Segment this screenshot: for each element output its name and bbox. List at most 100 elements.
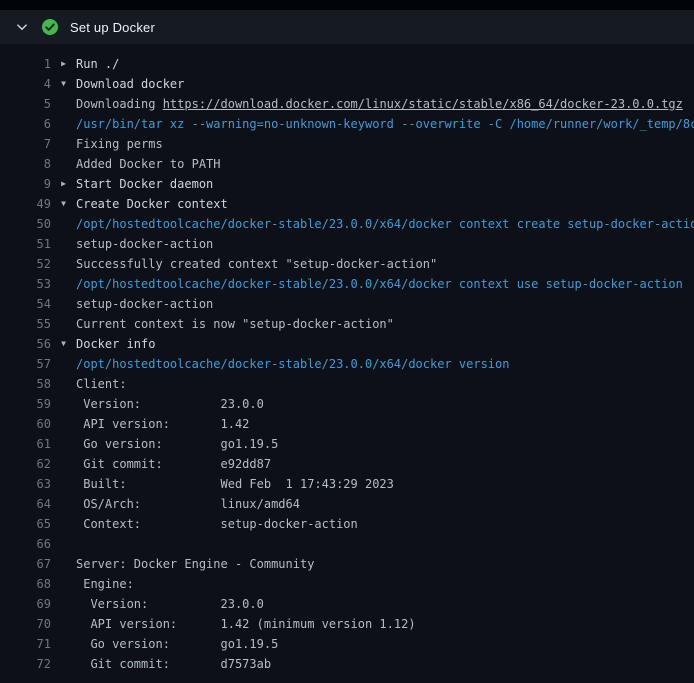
log-line: 50/opt/hostedtoolcache/docker-stable/23.… xyxy=(0,214,694,234)
log-line: 51setup-docker-action xyxy=(0,234,694,254)
line-number[interactable]: 49 xyxy=(0,194,51,214)
gutter-spacer xyxy=(51,654,76,674)
log-text: /opt/hostedtoolcache/docker-stable/23.0.… xyxy=(76,214,694,234)
log-line: 59 Version: 23.0.0 xyxy=(0,394,694,414)
log-line: 4▼Download docker xyxy=(0,74,694,94)
line-number[interactable]: 58 xyxy=(0,374,51,394)
log-line: 56▼Docker info xyxy=(0,334,694,354)
log-text: Client: xyxy=(76,374,694,394)
gutter-spacer xyxy=(51,614,76,634)
log-text: Successfully created context "setup-dock… xyxy=(76,254,694,274)
line-number[interactable]: 1 xyxy=(0,54,51,74)
log-line: 1▶Run ./ xyxy=(0,54,694,74)
line-number[interactable]: 62 xyxy=(0,454,51,474)
log-text: API version: 1.42 xyxy=(76,414,694,434)
log-text: Current context is now "setup-docker-act… xyxy=(76,314,694,334)
group-collapse-icon[interactable]: ▼ xyxy=(51,74,76,94)
chevron-down-icon[interactable] xyxy=(16,21,30,33)
line-number[interactable]: 59 xyxy=(0,394,51,414)
gutter-spacer xyxy=(51,274,76,294)
step-header[interactable]: Set up Docker xyxy=(0,10,694,44)
line-number[interactable]: 57 xyxy=(0,354,51,374)
line-number[interactable]: 50 xyxy=(0,214,51,234)
log-text: Download docker xyxy=(76,74,694,94)
log-text: Added Docker to PATH xyxy=(76,154,694,174)
line-number[interactable]: 68 xyxy=(0,574,51,594)
line-number[interactable]: 52 xyxy=(0,254,51,274)
gutter-spacer xyxy=(51,134,76,154)
gutter-spacer xyxy=(51,374,76,394)
line-number[interactable]: 56 xyxy=(0,334,51,354)
line-number[interactable]: 6 xyxy=(0,114,51,134)
log-text: Start Docker daemon xyxy=(76,174,694,194)
line-number[interactable]: 60 xyxy=(0,414,51,434)
log-text: Run ./ xyxy=(76,54,694,74)
group-expand-icon[interactable]: ▶ xyxy=(51,174,76,194)
line-number[interactable]: 65 xyxy=(0,514,51,534)
gutter-spacer xyxy=(51,114,76,134)
gutter-spacer xyxy=(51,574,76,594)
gutter-spacer xyxy=(51,394,76,414)
gutter-spacer xyxy=(51,634,76,654)
line-number[interactable]: 7 xyxy=(0,134,51,154)
log-line: 62 Git commit: e92dd87 xyxy=(0,454,694,474)
log-text: API version: 1.42 (minimum version 1.12) xyxy=(76,614,694,634)
group-expand-icon[interactable]: ▶ xyxy=(51,54,76,74)
log-line: 71 Go version: go1.19.5 xyxy=(0,634,694,654)
gutter-spacer xyxy=(51,434,76,454)
line-number[interactable]: 55 xyxy=(0,314,51,334)
gutter-spacer xyxy=(51,414,76,434)
line-number[interactable]: 61 xyxy=(0,434,51,454)
log-text: Git commit: e92dd87 xyxy=(76,454,694,474)
line-number[interactable]: 4 xyxy=(0,74,51,94)
log-text: /usr/bin/tar xz --warning=no-unknown-key… xyxy=(76,114,694,134)
gutter-spacer xyxy=(51,354,76,374)
log-text: Downloading https://download.docker.com/… xyxy=(76,94,694,114)
line-number[interactable]: 71 xyxy=(0,634,51,654)
log-line: 58 Client: xyxy=(0,374,694,394)
log-text: /opt/hostedtoolcache/docker-stable/23.0.… xyxy=(76,274,694,294)
line-number[interactable]: 69 xyxy=(0,594,51,614)
log-text: Context: setup-docker-action xyxy=(76,514,694,534)
log-line: 61 Go version: go1.19.5 xyxy=(0,434,694,454)
log-line: 49▼Create Docker context xyxy=(0,194,694,214)
log-line: 52 Successfully created context "setup-do… xyxy=(0,254,694,274)
log-line: 8 Added Docker to PATH xyxy=(0,154,694,174)
line-number[interactable]: 8 xyxy=(0,154,51,174)
gutter-spacer xyxy=(51,514,76,534)
log-line: 68 Engine: xyxy=(0,574,694,594)
gutter-spacer xyxy=(51,474,76,494)
line-number[interactable]: 67 xyxy=(0,554,51,574)
group-collapse-icon[interactable]: ▼ xyxy=(51,194,76,214)
line-number[interactable]: 51 xyxy=(0,234,51,254)
line-number[interactable]: 64 xyxy=(0,494,51,514)
log-text: Create Docker context xyxy=(76,194,694,214)
line-number[interactable]: 66 xyxy=(0,534,51,554)
log-line: 60 API version: 1.42 xyxy=(0,414,694,434)
line-number[interactable]: 53 xyxy=(0,274,51,294)
log-line: 55 Current context is now "setup-docker-a… xyxy=(0,314,694,334)
log-text: Go version: go1.19.5 xyxy=(76,434,694,454)
log-line: 9▶Start Docker daemon xyxy=(0,174,694,194)
log-container: 1▶Run ./4▼Download docker5Downloading ht… xyxy=(0,44,694,683)
log-text: Fixing perms xyxy=(76,134,694,154)
log-text: Go version: go1.19.5 xyxy=(76,634,694,654)
log-text: Engine: xyxy=(76,574,694,594)
line-number[interactable]: 9 xyxy=(0,174,51,194)
log-line: 63 Built: Wed Feb 1 17:43:29 2023 xyxy=(0,474,694,494)
gutter-spacer xyxy=(51,254,76,274)
group-collapse-icon[interactable]: ▼ xyxy=(51,334,76,354)
log-line: 64 OS/Arch: linux/amd64 xyxy=(0,494,694,514)
log-text: Git commit: d7573ab xyxy=(76,654,694,674)
gutter-spacer xyxy=(51,494,76,514)
log-text: Version: 23.0.0 xyxy=(76,594,694,614)
line-number[interactable]: 54 xyxy=(0,294,51,314)
log-line: 53/opt/hostedtoolcache/docker-stable/23.… xyxy=(0,274,694,294)
line-number[interactable]: 5 xyxy=(0,94,51,114)
line-number[interactable]: 63 xyxy=(0,474,51,494)
line-number[interactable]: 70 xyxy=(0,614,51,634)
gutter-spacer xyxy=(51,534,76,554)
log-line: 5 Downloading https://download.docker.com… xyxy=(0,94,694,114)
line-number[interactable]: 72 xyxy=(0,654,51,674)
log-link[interactable]: https://download.docker.com/linux/static… xyxy=(163,97,683,111)
